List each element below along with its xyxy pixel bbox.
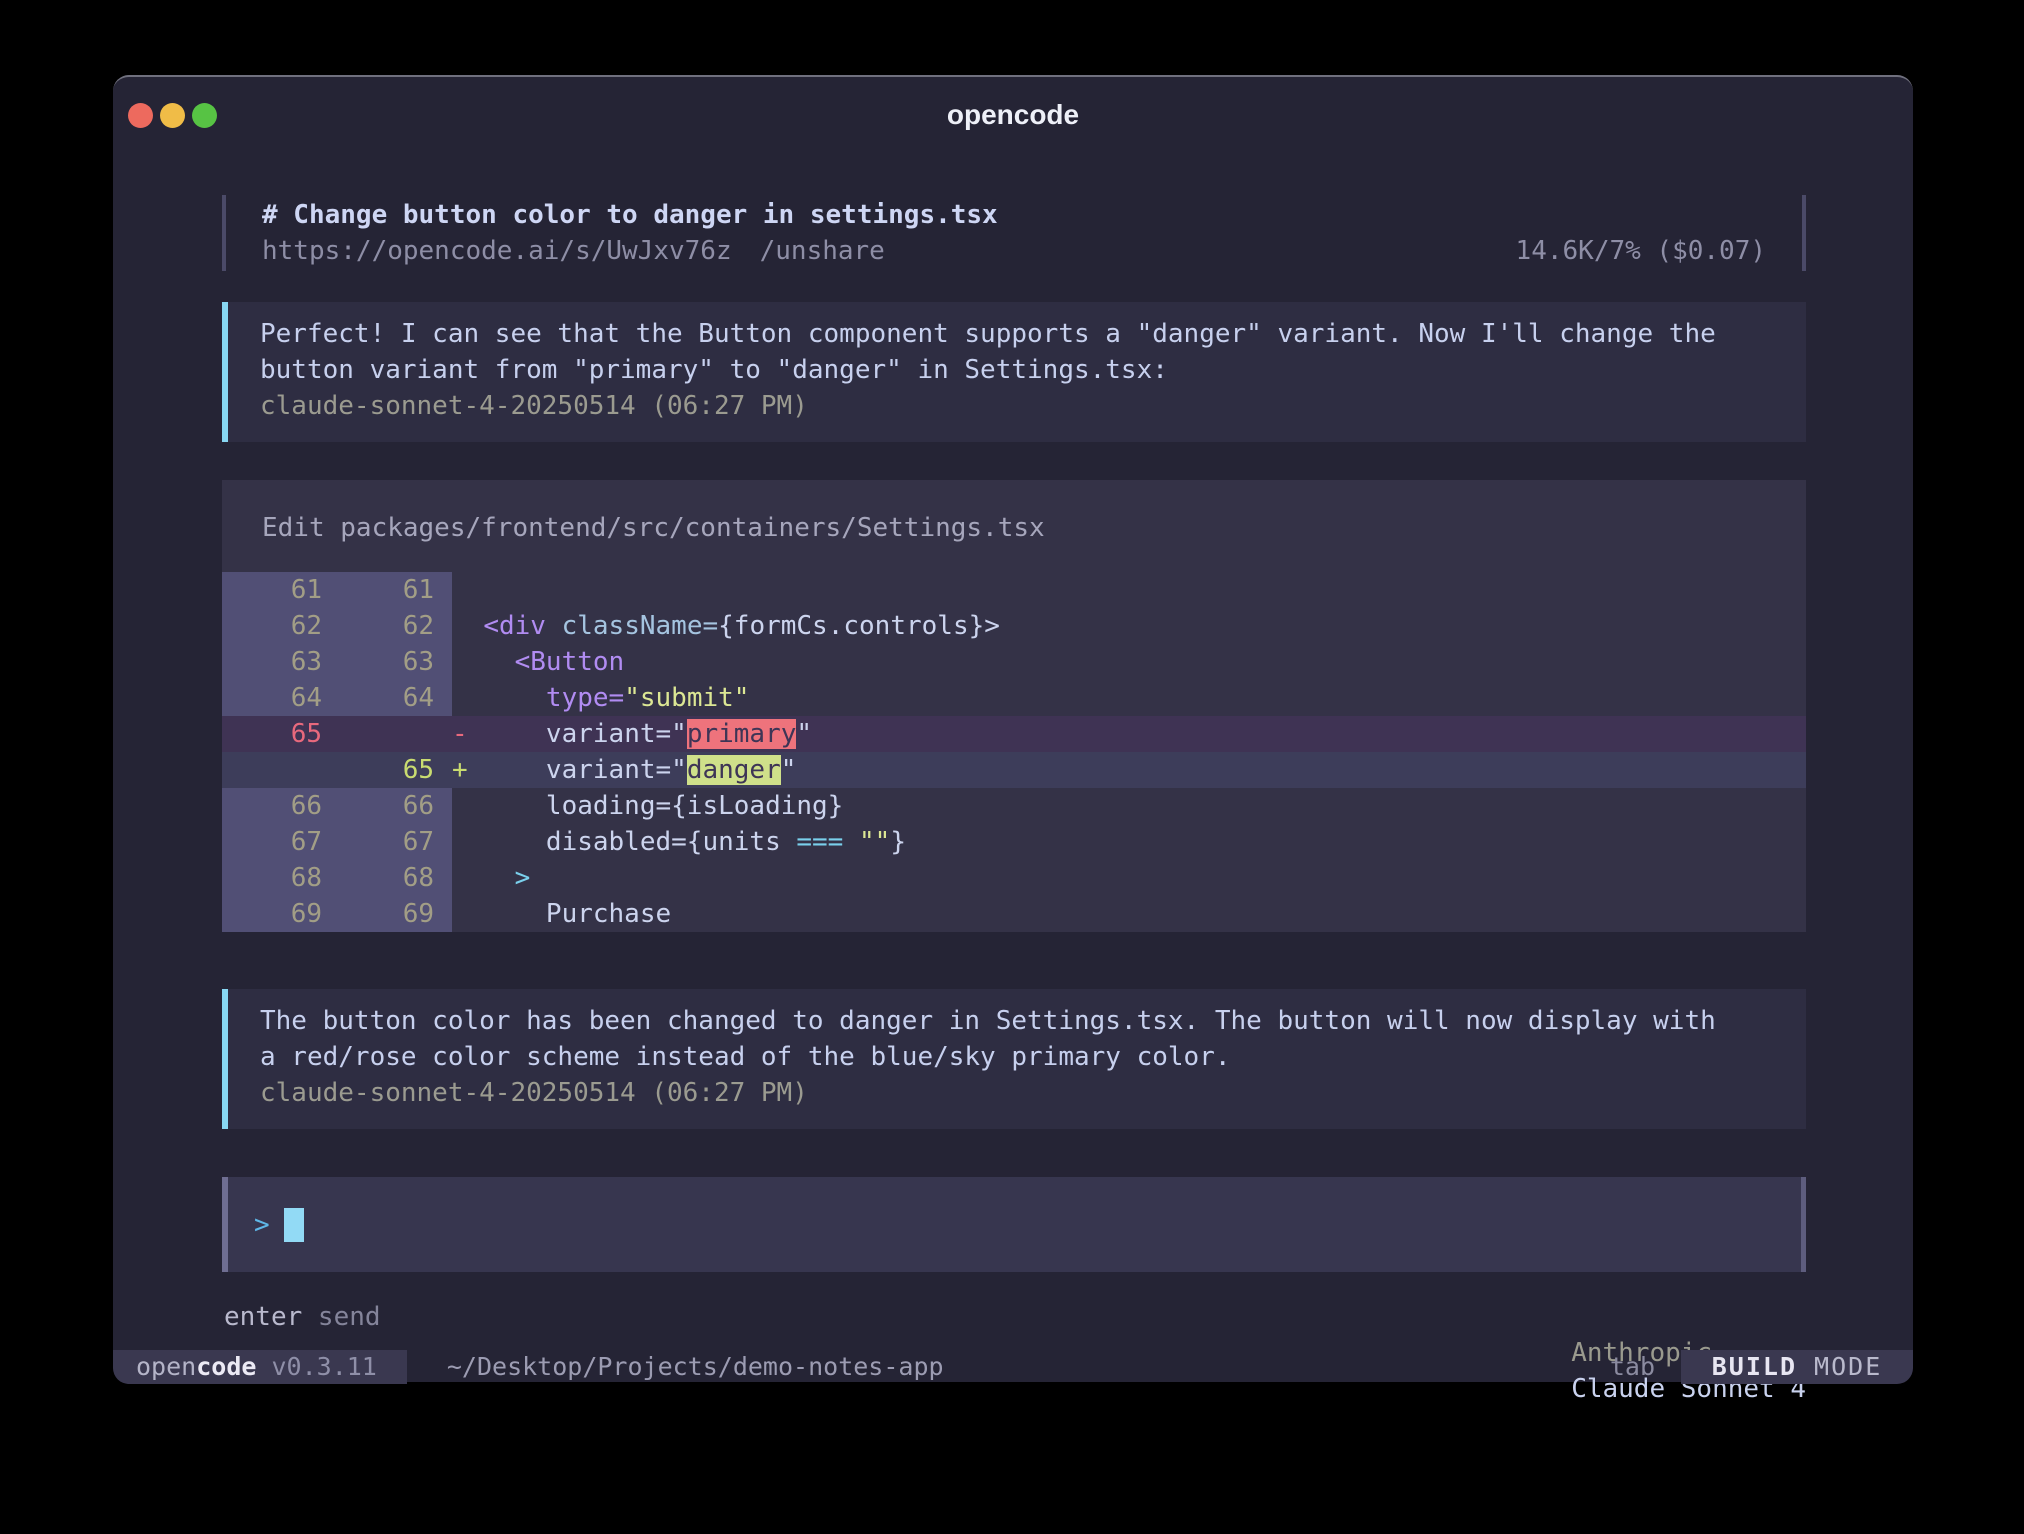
share-url-link[interactable]: https://opencode.ai/s/UwJxv76z xyxy=(262,233,732,269)
app-version: v0.3.11 xyxy=(256,1350,376,1384)
diff-code-line: > xyxy=(452,860,1806,896)
old-line-number: 65 xyxy=(222,716,322,752)
token-usage-cost: 14.6K/7% ($0.07) xyxy=(1516,233,1766,269)
assistant-message-meta: claude-sonnet-4-20250514 (06:27 PM) xyxy=(260,1075,1774,1111)
diff-row: 6161 xyxy=(222,572,1806,608)
text-cursor xyxy=(284,1208,304,1242)
assistant-message-text: The button color has been changed to dan… xyxy=(260,1003,1774,1075)
opencode-window: opencode # Change button color to danger… xyxy=(113,75,1913,1382)
diff-row: 6666 loading={isLoading} xyxy=(222,788,1806,824)
diff-code-line: Purchase xyxy=(452,896,1806,932)
project-path: ~/Desktop/Projects/demo-notes-app xyxy=(447,1350,944,1384)
assistant-message-meta: claude-sonnet-4-20250514 (06:27 PM) xyxy=(260,388,1774,424)
old-line-number: 67 xyxy=(222,824,322,860)
desktop-background: opencode # Change button color to danger… xyxy=(0,0,2024,1534)
mode-label-rest: MODE xyxy=(1797,1350,1882,1384)
app-name-regular: open xyxy=(136,1350,196,1384)
session-title: # Change button color to danger in setti… xyxy=(262,197,1766,233)
new-line-number: 61 xyxy=(322,572,452,608)
diff-row: 6262 <div className={formCs.controls}> xyxy=(222,608,1806,644)
new-line-number xyxy=(322,716,452,752)
old-line-number: 66 xyxy=(222,788,322,824)
new-line-number: 69 xyxy=(322,896,452,932)
session-header: # Change button color to danger in setti… xyxy=(222,195,1806,271)
new-line-number: 62 xyxy=(322,608,452,644)
assistant-message-text: Perfect! I can see that the Button compo… xyxy=(260,316,1774,388)
diff-row: 6464 type="submit" xyxy=(222,680,1806,716)
diff-code-line: disabled={units === ""} xyxy=(452,824,1806,860)
old-line-number: 64 xyxy=(222,680,322,716)
diff-row: 6767 disabled={units === ""} xyxy=(222,824,1806,860)
session-subheader: https://opencode.ai/s/UwJxv76z /unshare … xyxy=(262,233,1766,269)
app-name-bold: code xyxy=(196,1350,256,1384)
diff-row: 6868 > xyxy=(222,860,1806,896)
unshare-command[interactable]: /unshare xyxy=(760,233,885,269)
diff-code-line xyxy=(452,572,1806,608)
new-line-number: 66 xyxy=(322,788,452,824)
old-line-number: 68 xyxy=(222,860,322,896)
assistant-message: The button color has been changed to dan… xyxy=(222,989,1806,1129)
diff-code-line: <div className={formCs.controls}> xyxy=(452,608,1806,644)
old-line-number: 69 xyxy=(222,896,322,932)
diff-row: 65 - variant="primary" xyxy=(222,716,1806,752)
diff-row: 65+ variant="danger" xyxy=(222,752,1806,788)
edit-file-path: Edit packages/frontend/src/containers/Se… xyxy=(222,480,1806,572)
window-title: opencode xyxy=(113,97,1913,133)
new-line-number: 64 xyxy=(322,680,452,716)
new-line-number: 65 xyxy=(322,752,452,788)
new-line-number: 68 xyxy=(322,860,452,896)
new-line-number: 67 xyxy=(322,824,452,860)
diff-code-line: type="submit" xyxy=(452,680,1806,716)
mode-label-bold: BUILD xyxy=(1712,1350,1797,1384)
old-line-number: 62 xyxy=(222,608,322,644)
diff-code-line: + variant="danger" xyxy=(452,752,1806,788)
status-bar: open code v0.3.11 ~/Desktop/Projects/dem… xyxy=(113,1350,1913,1384)
tab-key-hint[interactable]: tab xyxy=(1610,1350,1655,1384)
prompt-input[interactable]: > xyxy=(222,1177,1806,1272)
diff-row: 6363 <Button xyxy=(222,644,1806,680)
diff-code-line: <Button xyxy=(452,644,1806,680)
old-line-number xyxy=(222,752,322,788)
old-line-number: 63 xyxy=(222,644,322,680)
build-mode-chip[interactable]: BUILD MODE xyxy=(1681,1350,1913,1384)
app-version-chip: open code v0.3.11 xyxy=(113,1350,407,1384)
prompt-chevron: > xyxy=(254,1207,270,1243)
new-line-number: 63 xyxy=(322,644,452,680)
old-line-number: 61 xyxy=(222,572,322,608)
diff-row: 6969 Purchase xyxy=(222,896,1806,932)
diff-code-line: loading={isLoading} xyxy=(452,788,1806,824)
assistant-message: Perfect! I can see that the Button compo… xyxy=(222,302,1806,442)
diff-rows: 61616262 <div className={formCs.controls… xyxy=(222,572,1806,932)
diff-code-line: - variant="primary" xyxy=(452,716,1806,752)
edit-tool-block: Edit packages/frontend/src/containers/Se… xyxy=(222,480,1806,932)
